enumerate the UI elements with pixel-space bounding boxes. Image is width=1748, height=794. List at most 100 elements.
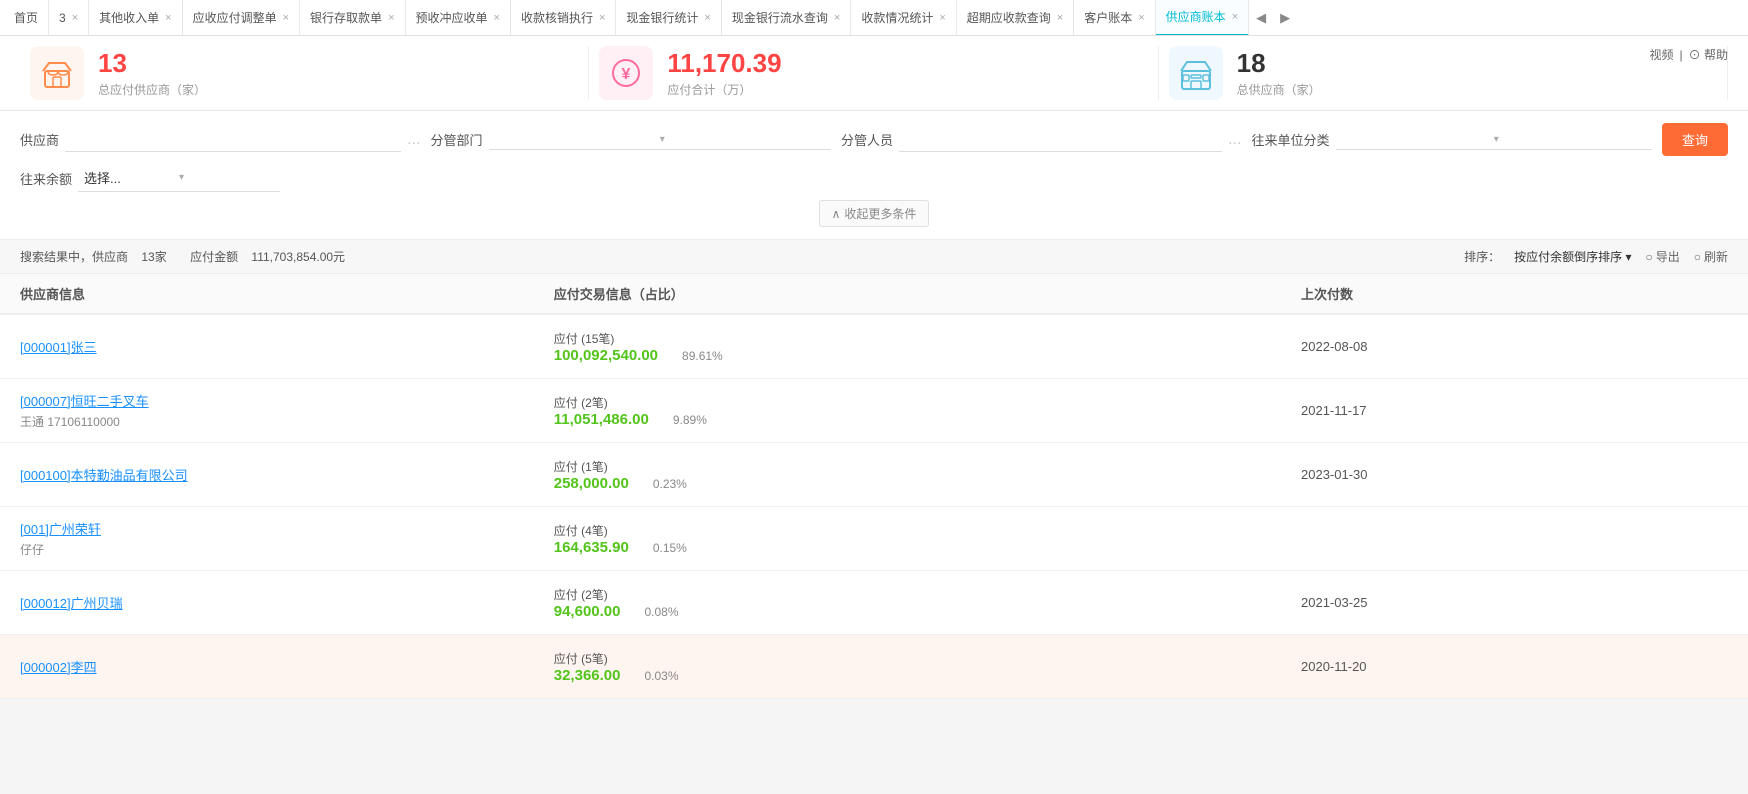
row-4-supplier-link[interactable]: [000012]广州贝瑞 bbox=[20, 596, 123, 611]
tab-cash-bank-flow-close[interactable]: × bbox=[834, 12, 840, 24]
row-2-trans-amount[interactable]: 258,000.00 bbox=[554, 475, 629, 492]
tab-3-label: 3 bbox=[59, 11, 66, 25]
tab-overdue-query-close[interactable]: × bbox=[1057, 12, 1063, 24]
supplier-label: 供应商 bbox=[20, 130, 59, 149]
tab-3-close[interactable]: × bbox=[72, 12, 78, 24]
nav-next-arrow[interactable]: ▶ bbox=[1273, 0, 1297, 36]
header-supplier: 供应商信息 bbox=[20, 284, 554, 303]
stat-payable-text: 13 总应付供应商（家） bbox=[98, 48, 206, 98]
collapse-label: 收起更多条件 bbox=[844, 205, 916, 222]
sort-select[interactable]: 按应付余额倒序排序 ▾ bbox=[1514, 248, 1631, 265]
row-3-trans-row: 164,635.90 0.15% bbox=[554, 539, 1301, 556]
filter-balance: 往来余额 选择... ▾ bbox=[20, 164, 280, 192]
row-5-supplier-link[interactable]: [000002]李四 bbox=[20, 660, 97, 675]
tab-other-income[interactable]: 其他收入单 × bbox=[89, 0, 182, 36]
person-input[interactable] bbox=[899, 128, 1222, 152]
row-1-supplier-sub: 王通 17106110000 bbox=[20, 413, 554, 430]
filter-area: 供应商 ... 分管部门 ▾ 分管人员 ... 往来单位分类 ▾ 查询 往来 bbox=[0, 111, 1748, 240]
refresh-button[interactable]: ○ 刷新 bbox=[1694, 248, 1728, 265]
collapse-button[interactable]: ∧ 收起更多条件 bbox=[819, 200, 930, 227]
tab-cash-bank-stats-label: 现金银行统计 bbox=[626, 9, 698, 26]
result-info: 搜索结果中，供应商 13家 应付金额 111,703,854.00元 bbox=[20, 248, 355, 265]
tab-cash-bank-flow[interactable]: 现金银行流水查询 × bbox=[722, 0, 851, 36]
category-select[interactable]: ▾ bbox=[1336, 130, 1652, 150]
row-0-trans-amount[interactable]: 100,092,540.00 bbox=[554, 347, 658, 364]
tab-prepaid-offset[interactable]: 预收冲应收单 × bbox=[406, 0, 511, 36]
balance-select-value: 选择... bbox=[84, 168, 179, 187]
row-5-trans-pct: 0.03% bbox=[644, 669, 678, 683]
svg-text:¥: ¥ bbox=[622, 66, 631, 83]
row-2-trans-pct: 0.23% bbox=[653, 477, 687, 491]
query-button[interactable]: 查询 bbox=[1662, 123, 1728, 156]
row-0-lastpay: 2022-08-08 bbox=[1301, 339, 1728, 354]
help-link[interactable]: ⊙ 帮助 bbox=[1689, 46, 1728, 63]
row-3-supplier-link[interactable]: [001]广州荣轩 bbox=[20, 522, 101, 537]
row-1-trans-amount[interactable]: 11,051,486.00 bbox=[554, 411, 649, 428]
row-0-transaction-col: 应付 (15笔) 100,092,540.00 89.61% bbox=[554, 330, 1301, 364]
tab-collection-exec[interactable]: 收款核销执行 × bbox=[511, 0, 616, 36]
stat-total-suppliers-text: 18 总供应商（家） bbox=[1237, 48, 1321, 98]
row-4-trans-pct: 0.08% bbox=[644, 605, 678, 619]
tab-home[interactable]: 首页 bbox=[4, 0, 49, 36]
row-4-trans-row: 94,600.00 0.08% bbox=[554, 603, 1301, 620]
row-3-trans-pct: 0.15% bbox=[653, 541, 687, 555]
export-label: 导出 bbox=[1656, 248, 1680, 265]
top-right-links: 视频 | ⊙ 帮助 bbox=[1650, 46, 1729, 63]
tab-3[interactable]: 3 × bbox=[49, 0, 89, 36]
result-actions: 排序： 按应付余额倒序排序 ▾ ○ 导出 ○ 刷新 bbox=[1464, 248, 1728, 265]
filter-row-1: 供应商 ... 分管部门 ▾ 分管人员 ... 往来单位分类 ▾ 查询 bbox=[20, 123, 1728, 156]
result-amount: 111,703,854.00元 bbox=[251, 250, 345, 264]
balance-select[interactable]: 选择... ▾ bbox=[78, 164, 280, 192]
row-0-supplier-link[interactable]: [000001]张三 bbox=[20, 340, 97, 355]
stat-total-suppliers: 18 总供应商（家） bbox=[1159, 46, 1728, 100]
tab-bank-deposit-close[interactable]: × bbox=[388, 12, 394, 24]
tab-supplier-ledger-close[interactable]: × bbox=[1232, 11, 1238, 23]
row-4-trans-label: 应付 (2笔) bbox=[554, 586, 1301, 603]
row-1-trans-label: 应付 (2笔) bbox=[554, 394, 1301, 411]
export-button[interactable]: ○ 导出 bbox=[1645, 248, 1679, 265]
tab-supplier-ledger[interactable]: 供应商账本 × bbox=[1156, 0, 1249, 36]
dept-select[interactable]: ▾ bbox=[489, 130, 831, 150]
tab-ar-ap-adjust[interactable]: 应收应付调整单 × bbox=[183, 0, 300, 36]
row-3-supplier-sub: 仔仔 bbox=[20, 541, 554, 558]
row-4-trans-amount[interactable]: 94,600.00 bbox=[554, 603, 621, 620]
row-0-trans-pct: 89.61% bbox=[682, 349, 723, 363]
row-1-supplier-col: [000007]恒旺二手叉车 王通 17106110000 bbox=[20, 391, 554, 430]
row-5-trans-amount[interactable]: 32,366.00 bbox=[554, 667, 621, 684]
row-2-supplier-link[interactable]: [000100]本特勤油品有限公司 bbox=[20, 468, 188, 483]
table-row: [000001]张三 应付 (15笔) 100,092,540.00 89.61… bbox=[0, 315, 1748, 379]
header-lastpay: 上次付数 bbox=[1301, 284, 1728, 303]
stat-total-payable-text: 11,170.39 应付合计（万） bbox=[667, 48, 781, 98]
nav-tabs: 首页 3 × 其他收入单 × 应收应付调整单 × 银行存取款单 × 预收冲应收单… bbox=[0, 0, 1748, 36]
tab-customer-ledger[interactable]: 客户账本 × bbox=[1074, 0, 1155, 36]
row-5-trans-label: 应付 (5笔) bbox=[554, 650, 1301, 667]
supplier-dots[interactable]: ... bbox=[407, 131, 420, 149]
row-3-trans-label: 应付 (4笔) bbox=[554, 522, 1301, 539]
tab-collection-exec-close[interactable]: × bbox=[599, 12, 605, 24]
tab-home-label: 首页 bbox=[14, 9, 38, 26]
stat-payable-suppliers: 13 总应付供应商（家） bbox=[20, 46, 589, 100]
nav-prev-arrow[interactable]: ◀ bbox=[1249, 0, 1273, 36]
tab-collection-stats[interactable]: 收款情况统计 × bbox=[851, 0, 956, 36]
stat-total-suppliers-label: 总供应商（家） bbox=[1237, 81, 1321, 98]
video-link[interactable]: 视频 bbox=[1650, 46, 1674, 63]
result-bar: 搜索结果中，供应商 13家 应付金额 111,703,854.00元 排序： 按… bbox=[0, 240, 1748, 274]
row-3-trans-amount[interactable]: 164,635.90 bbox=[554, 539, 629, 556]
tab-other-income-close[interactable]: × bbox=[165, 12, 171, 24]
tab-prepaid-offset-close[interactable]: × bbox=[494, 12, 500, 24]
row-1-supplier-link[interactable]: [000007]恒旺二手叉车 bbox=[20, 394, 149, 409]
tab-cash-bank-stats-close[interactable]: × bbox=[704, 12, 710, 24]
person-dots[interactable]: ... bbox=[1228, 131, 1241, 149]
person-label: 分管人员 bbox=[841, 130, 893, 149]
tab-overdue-query[interactable]: 超期应收款查询 × bbox=[957, 0, 1074, 36]
row-1-trans-info: 应付 (2笔) 11,051,486.00 9.89% bbox=[554, 394, 1301, 428]
tab-customer-ledger-close[interactable]: × bbox=[1138, 12, 1144, 24]
filter-category: 往来单位分类 ▾ bbox=[1252, 130, 1653, 150]
tab-cash-bank-flow-label: 现金银行流水查询 bbox=[732, 9, 828, 26]
row-1-trans-row: 11,051,486.00 9.89% bbox=[554, 411, 1301, 428]
tab-cash-bank-stats[interactable]: 现金银行统计 × bbox=[616, 0, 721, 36]
tab-collection-stats-close[interactable]: × bbox=[939, 12, 945, 24]
tab-ar-ap-adjust-close[interactable]: × bbox=[283, 12, 289, 24]
tab-bank-deposit[interactable]: 银行存取款单 × bbox=[300, 0, 405, 36]
supplier-input[interactable] bbox=[65, 128, 401, 152]
